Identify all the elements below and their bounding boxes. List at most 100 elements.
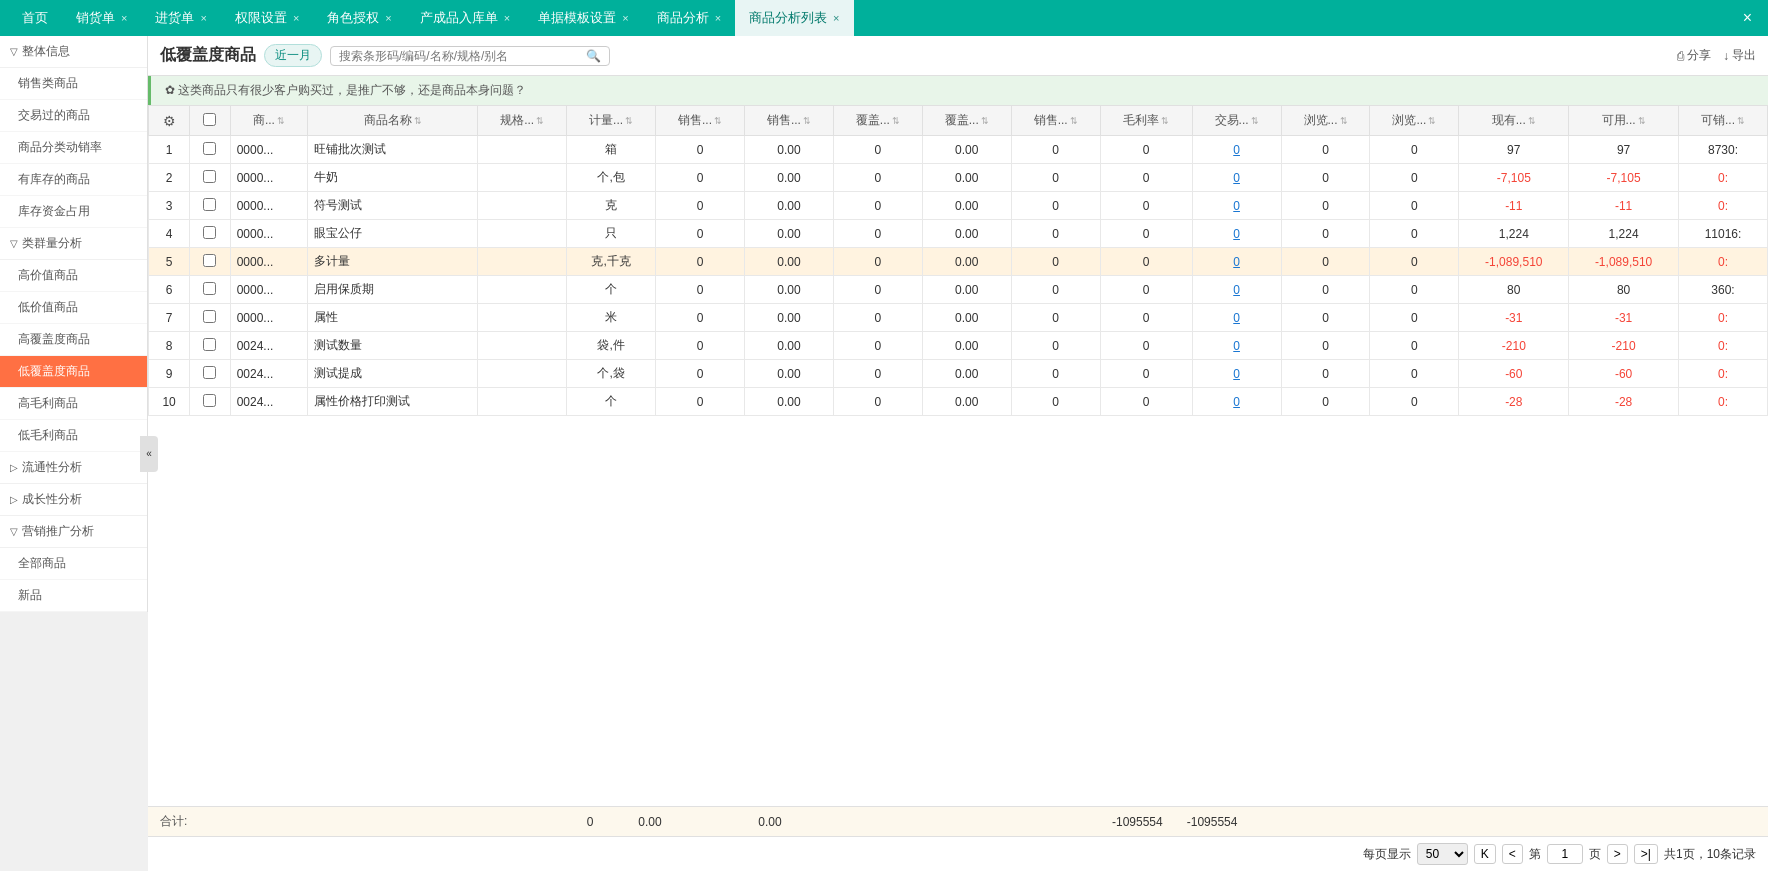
row-checkbox-cell[interactable] [190,248,231,276]
col-gear[interactable]: ⚙ [149,106,190,136]
row-checkbox[interactable] [203,338,216,351]
row-checkbox-cell[interactable] [190,360,231,388]
row-checkbox[interactable] [203,254,216,267]
row-checkbox-cell[interactable] [190,304,231,332]
sidebar-section-cluster[interactable]: ▽ 类群量分析 [0,228,147,260]
nav-close-goods-analysis-list[interactable]: × [833,0,839,36]
select-all-checkbox[interactable] [203,113,216,126]
col-sales1[interactable]: 销售...⇅ [656,106,745,136]
col-coverage2[interactable]: 覆盖...⇅ [922,106,1011,136]
row-checkbox-cell[interactable] [190,136,231,164]
col-profit[interactable]: 毛利率⇅ [1100,106,1192,136]
nav-close-purchase[interactable]: × [200,0,206,36]
row-checkbox-cell[interactable] [190,220,231,248]
sidebar-item-low-coverage[interactable]: 低覆盖度商品 [0,356,147,388]
col-browse2[interactable]: 浏览...⇅ [1370,106,1459,136]
filter-period-button[interactable]: 近一月 [264,44,322,67]
nav-close-template[interactable]: × [622,0,628,36]
row-trade[interactable]: 0 [1192,276,1281,304]
row-checkbox[interactable] [203,310,216,323]
row-checkbox[interactable] [203,142,216,155]
row-checkbox-cell[interactable] [190,192,231,220]
sidebar-collapse-button[interactable]: « [140,436,158,472]
nav-close-goods-analysis[interactable]: × [715,0,721,36]
sidebar-item-low-value[interactable]: 低价值商品 [0,292,147,324]
total-info: 共1页，10条记录 [1664,846,1756,863]
col-name[interactable]: 商品名称⇅ [308,106,478,136]
col-avail[interactable]: 可用...⇅ [1569,106,1679,136]
col-code[interactable]: 商...⇅ [230,106,308,136]
row-checkbox[interactable] [203,198,216,211]
col-trade[interactable]: 交易...⇅ [1192,106,1281,136]
nav-product-storage[interactable]: 产成品入库单 × [406,0,524,36]
sidebar-item-new-goods[interactable]: 新品 [0,580,147,612]
sidebar-item-high-profit[interactable]: 高毛利商品 [0,388,147,420]
col-spec[interactable]: 规格...⇅ [478,106,567,136]
row-trade[interactable]: 0 [1192,220,1281,248]
row-checkbox-cell[interactable] [190,164,231,192]
col-browse1[interactable]: 浏览...⇅ [1281,106,1370,136]
row-trade[interactable]: 0 [1192,360,1281,388]
col-sales2[interactable]: 销售...⇅ [744,106,833,136]
row-checkbox-cell[interactable] [190,276,231,304]
nav-home[interactable]: 首页 [8,0,62,36]
sidebar-item-all-goods[interactable]: 全部商品 [0,548,147,580]
sidebar-item-sales-goods[interactable]: 销售类商品 [0,68,147,100]
nav-purchase[interactable]: 进货单 × [141,0,220,36]
row-checkbox-cell[interactable] [190,388,231,416]
nav-sales[interactable]: 销货单 × [62,0,141,36]
export-button[interactable]: ↓ 导出 [1723,47,1756,64]
nav-goods-analysis[interactable]: 商品分析 × [643,0,735,36]
col-unit[interactable]: 计量...⇅ [567,106,656,136]
row-checkbox[interactable] [203,170,216,183]
nav-close-permissions[interactable]: × [293,0,299,36]
col-checkbox[interactable] [190,106,231,136]
col-stock[interactable]: 现有...⇅ [1459,106,1569,136]
row-checkbox[interactable] [203,394,216,407]
row-checkbox-cell[interactable] [190,332,231,360]
footer-spacer7 [860,815,920,829]
sidebar-item-stock-capital[interactable]: 库存资金占用 [0,196,147,228]
nav-close-product-storage[interactable]: × [504,0,510,36]
last-page-button[interactable]: >| [1634,844,1658,864]
first-page-button[interactable]: K [1474,844,1496,864]
col-saleable[interactable]: 可销...⇅ [1678,106,1767,136]
sidebar-item-category-rate[interactable]: 商品分类动销率 [0,132,147,164]
current-page-input[interactable] [1547,844,1583,864]
row-checkbox[interactable] [203,226,216,239]
search-icon[interactable]: 🔍 [586,49,601,63]
row-checkbox[interactable] [203,366,216,379]
sidebar-section-liquidity[interactable]: ▷ 流通性分析 [0,452,147,484]
row-trade[interactable]: 0 [1192,192,1281,220]
next-page-button[interactable]: > [1607,844,1628,864]
nav-permissions[interactable]: 权限设置 × [221,0,313,36]
row-trade[interactable]: 0 [1192,248,1281,276]
sidebar-section-overview[interactable]: ▽ 整体信息 [0,36,147,68]
nav-close-roles[interactable]: × [385,0,391,36]
sidebar-section-marketing[interactable]: ▽ 营销推广分析 [0,516,147,548]
footer-spacer1 [320,815,380,829]
sidebar-item-high-coverage[interactable]: 高覆盖度商品 [0,324,147,356]
sidebar-item-traded-goods[interactable]: 交易过的商品 [0,100,147,132]
row-trade[interactable]: 0 [1192,388,1281,416]
nav-goods-analysis-list[interactable]: 商品分析列表 × [735,0,853,36]
share-button[interactable]: ⎙ 分享 [1677,47,1711,64]
sidebar-section-growth[interactable]: ▷ 成长性分析 [0,484,147,516]
row-checkbox[interactable] [203,282,216,295]
nav-template[interactable]: 单据模板设置 × [524,0,642,36]
sidebar-item-high-value[interactable]: 高价值商品 [0,260,147,292]
col-coverage1[interactable]: 覆盖...⇅ [833,106,922,136]
nav-close-sales[interactable]: × [121,0,127,36]
row-trade[interactable]: 0 [1192,164,1281,192]
page-size-select[interactable]: 50 20 100 200 [1417,843,1468,865]
sidebar-item-stocked-goods[interactable]: 有库存的商品 [0,164,147,196]
row-trade[interactable]: 0 [1192,332,1281,360]
search-input[interactable] [339,49,582,63]
row-trade[interactable]: 0 [1192,304,1281,332]
nav-roles[interactable]: 角色授权 × [313,0,405,36]
sidebar-item-low-profit[interactable]: 低毛利商品 [0,420,147,452]
col-sales3[interactable]: 销售...⇅ [1011,106,1100,136]
row-trade[interactable]: 0 [1192,136,1281,164]
prev-page-button[interactable]: < [1502,844,1523,864]
close-all-button[interactable]: × [1735,9,1760,27]
